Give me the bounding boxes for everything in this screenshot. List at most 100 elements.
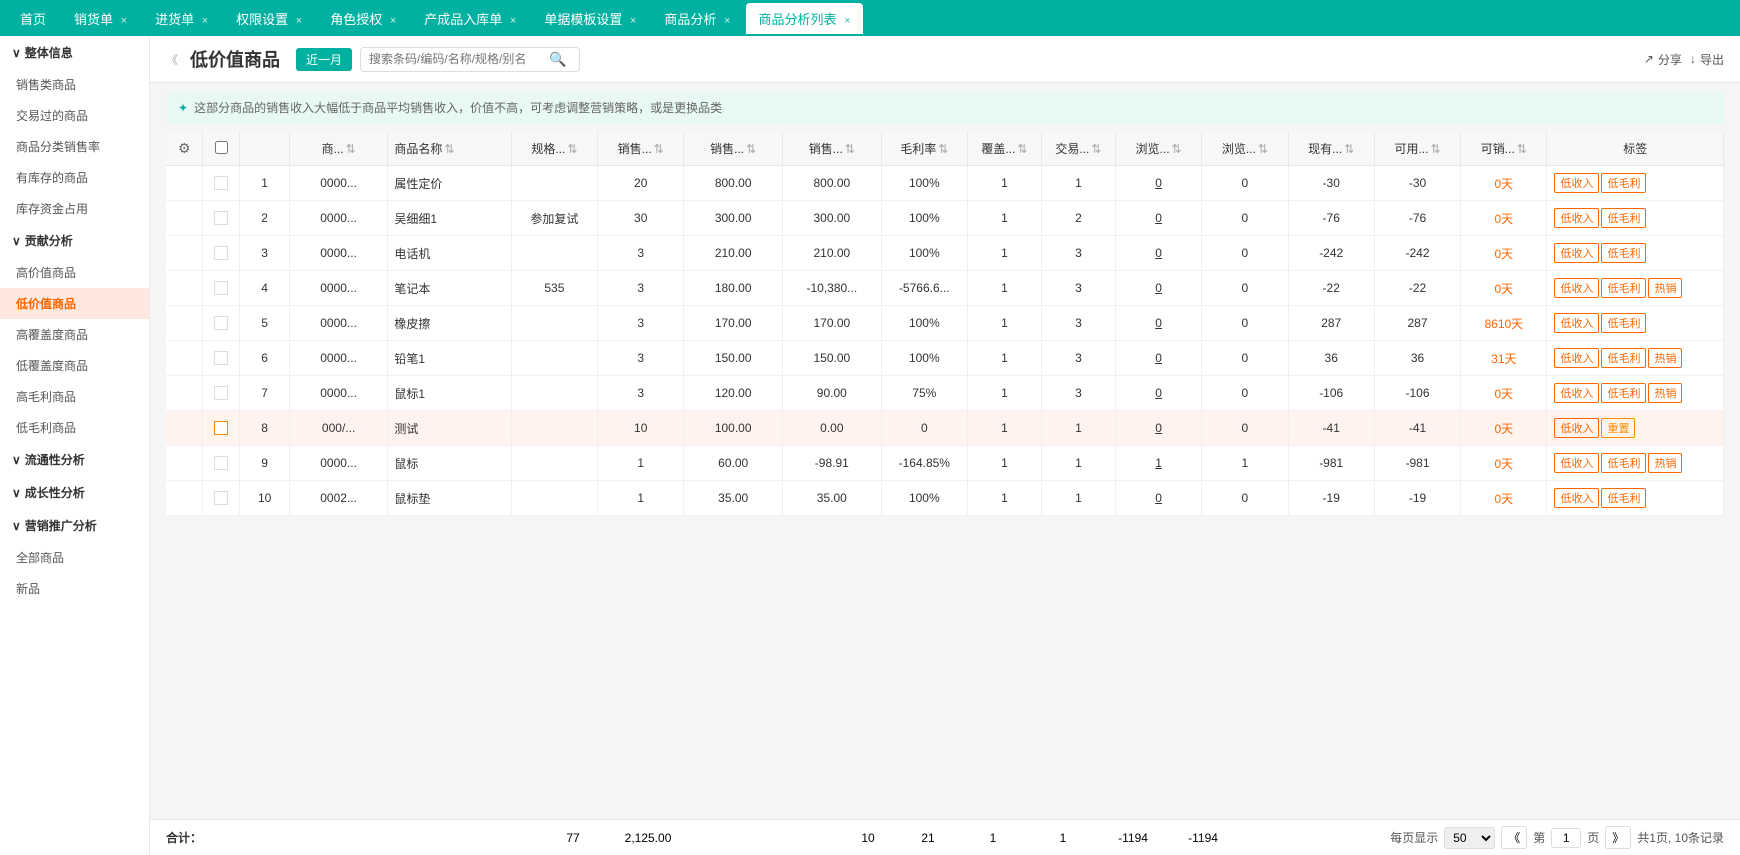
sort-icon[interactable]: ⇅	[1091, 142, 1101, 156]
browse1-link[interactable]: 0	[1155, 491, 1162, 505]
th-code[interactable]: 商...⇅	[289, 132, 388, 166]
period-button[interactable]: 近一月	[296, 48, 352, 71]
nav-permission[interactable]: 权限设置 ×	[224, 3, 314, 34]
browse1-link[interactable]: 0	[1155, 176, 1162, 190]
nav-production[interactable]: 产成品入库单 ×	[412, 3, 528, 34]
sidebar-item-new-goods[interactable]: 新品	[0, 573, 149, 604]
close-icon[interactable]: ×	[724, 15, 730, 27]
sidebar-item-low-coverage[interactable]: 低覆盖度商品	[0, 350, 149, 381]
row-checkbox[interactable]	[214, 386, 228, 400]
sort-icon[interactable]: ⇅	[1517, 142, 1527, 156]
row-checkbox[interactable]	[214, 316, 228, 330]
th-gear[interactable]: ⚙	[166, 132, 203, 166]
row-checkbox-cell[interactable]	[203, 411, 240, 446]
row-checkbox-cell[interactable]	[203, 446, 240, 481]
row-checkbox-cell[interactable]	[203, 306, 240, 341]
browse1-link[interactable]: 0	[1155, 421, 1162, 435]
first-page-button[interactable]: 《	[1501, 826, 1527, 849]
next-page-button[interactable]: 》	[1605, 826, 1631, 849]
sort-icon[interactable]: ⇅	[1017, 142, 1027, 156]
sidebar-group-overall[interactable]: ∨ 整体信息	[0, 36, 149, 69]
per-page-select[interactable]: 50 100	[1444, 827, 1495, 849]
row-checkbox-cell[interactable]	[203, 236, 240, 271]
row-checkbox[interactable]	[214, 491, 228, 505]
sidebar-item-low-margin[interactable]: 低毛利商品	[0, 412, 149, 443]
nav-goods-analysis[interactable]: 商品分析 ×	[652, 3, 742, 34]
th-browse2[interactable]: 浏览...⇅	[1202, 132, 1288, 166]
browse1-link[interactable]: 0	[1155, 246, 1162, 260]
sidebar-group-marketing[interactable]: ∨ 营销推广分析	[0, 509, 149, 542]
row-checkbox[interactable]	[214, 421, 228, 435]
th-rate[interactable]: 毛利率⇅	[881, 132, 967, 166]
sidebar-item-stock-capital[interactable]: 库存资金占用	[0, 193, 149, 224]
sort-icon[interactable]: ⇅	[1172, 142, 1182, 156]
row-browse1[interactable]: 0	[1115, 236, 1201, 271]
th-sale2[interactable]: 销售...⇅	[684, 132, 783, 166]
row-checkbox[interactable]	[214, 281, 228, 295]
th-cover[interactable]: 覆盖...⇅	[967, 132, 1041, 166]
row-browse1[interactable]: 1	[1115, 446, 1201, 481]
close-icon[interactable]: ×	[296, 15, 302, 27]
sort-icon[interactable]: ⇅	[654, 142, 664, 156]
nav-goods-list[interactable]: 商品分析列表 ×	[746, 3, 862, 34]
sidebar-item-high-margin[interactable]: 高毛利商品	[0, 381, 149, 412]
close-icon[interactable]: ×	[390, 15, 396, 27]
sidebar-group-growth[interactable]: ∨ 成长性分析	[0, 476, 149, 509]
row-checkbox-cell[interactable]	[203, 166, 240, 201]
nav-sales[interactable]: 销货单 ×	[62, 3, 139, 34]
row-checkbox-cell[interactable]	[203, 271, 240, 306]
th-sale3[interactable]: 销售...⇅	[783, 132, 882, 166]
sidebar-item-high-coverage[interactable]: 高覆盖度商品	[0, 319, 149, 350]
sidebar-item-all-goods[interactable]: 全部商品	[0, 542, 149, 573]
search-input[interactable]	[369, 52, 549, 66]
th-spec[interactable]: 规格...⇅	[511, 132, 597, 166]
row-checkbox-cell[interactable]	[203, 376, 240, 411]
close-icon[interactable]: ×	[630, 15, 636, 27]
browse1-link[interactable]: 0	[1155, 316, 1162, 330]
export-button[interactable]: ↓ 导出	[1690, 51, 1724, 68]
th-stock[interactable]: 现有...⇅	[1288, 132, 1374, 166]
sort-icon[interactable]: ⇅	[845, 142, 855, 156]
sort-icon[interactable]: ⇅	[346, 142, 356, 156]
table-container[interactable]: ⚙ 商...⇅ 商品名称⇅ 规格...⇅ 销售...⇅ 销售...⇅ 销售...…	[166, 132, 1724, 819]
row-checkbox-cell[interactable]	[203, 481, 240, 516]
sidebar-item-low-value[interactable]: 低价值商品	[0, 288, 149, 319]
close-icon[interactable]: ×	[202, 15, 208, 27]
nav-home[interactable]: 首页	[8, 3, 58, 34]
nav-purchase[interactable]: 进货单 ×	[143, 3, 220, 34]
search-icon[interactable]: 🔍	[549, 51, 566, 68]
sidebar-item-sales-goods[interactable]: 销售类商品	[0, 69, 149, 100]
sort-icon[interactable]: ⇅	[1344, 142, 1354, 156]
browse1-link[interactable]: 0	[1155, 281, 1162, 295]
sort-icon[interactable]: ⇅	[746, 142, 756, 156]
sidebar-item-in-stock[interactable]: 有库存的商品	[0, 162, 149, 193]
row-checkbox[interactable]	[214, 351, 228, 365]
th-check[interactable]	[203, 132, 240, 166]
sidebar-item-category-rate[interactable]: 商品分类销售率	[0, 131, 149, 162]
browse1-link[interactable]: 0	[1155, 386, 1162, 400]
row-browse1[interactable]: 0	[1115, 411, 1201, 446]
th-deal[interactable]: 交易...⇅	[1041, 132, 1115, 166]
sort-icon[interactable]: ⇅	[1430, 142, 1440, 156]
close-icon[interactable]: ×	[844, 15, 850, 27]
row-checkbox[interactable]	[214, 176, 228, 190]
settings-icon[interactable]: ⚙	[178, 140, 191, 156]
sort-icon[interactable]: ⇅	[567, 142, 577, 156]
sort-icon[interactable]: ⇅	[938, 142, 948, 156]
sidebar-collapse-button[interactable]: 《	[166, 51, 178, 68]
sort-icon[interactable]: ⇅	[1258, 142, 1268, 156]
nav-role[interactable]: 角色授权 ×	[318, 3, 408, 34]
sidebar-group-contribution[interactable]: ∨ 贡献分析	[0, 224, 149, 257]
row-checkbox[interactable]	[214, 456, 228, 470]
browse1-link[interactable]: 0	[1155, 211, 1162, 225]
row-checkbox-cell[interactable]	[203, 341, 240, 376]
browse1-link[interactable]: 0	[1155, 351, 1162, 365]
sort-icon[interactable]: ⇅	[444, 142, 454, 156]
row-browse1[interactable]: 0	[1115, 376, 1201, 411]
row-checkbox[interactable]	[214, 246, 228, 260]
th-avail[interactable]: 可用...⇅	[1374, 132, 1460, 166]
browse1-link[interactable]: 1	[1155, 456, 1162, 470]
row-browse1[interactable]: 0	[1115, 341, 1201, 376]
row-browse1[interactable]: 0	[1115, 271, 1201, 306]
th-sell[interactable]: 可销...⇅	[1461, 132, 1547, 166]
